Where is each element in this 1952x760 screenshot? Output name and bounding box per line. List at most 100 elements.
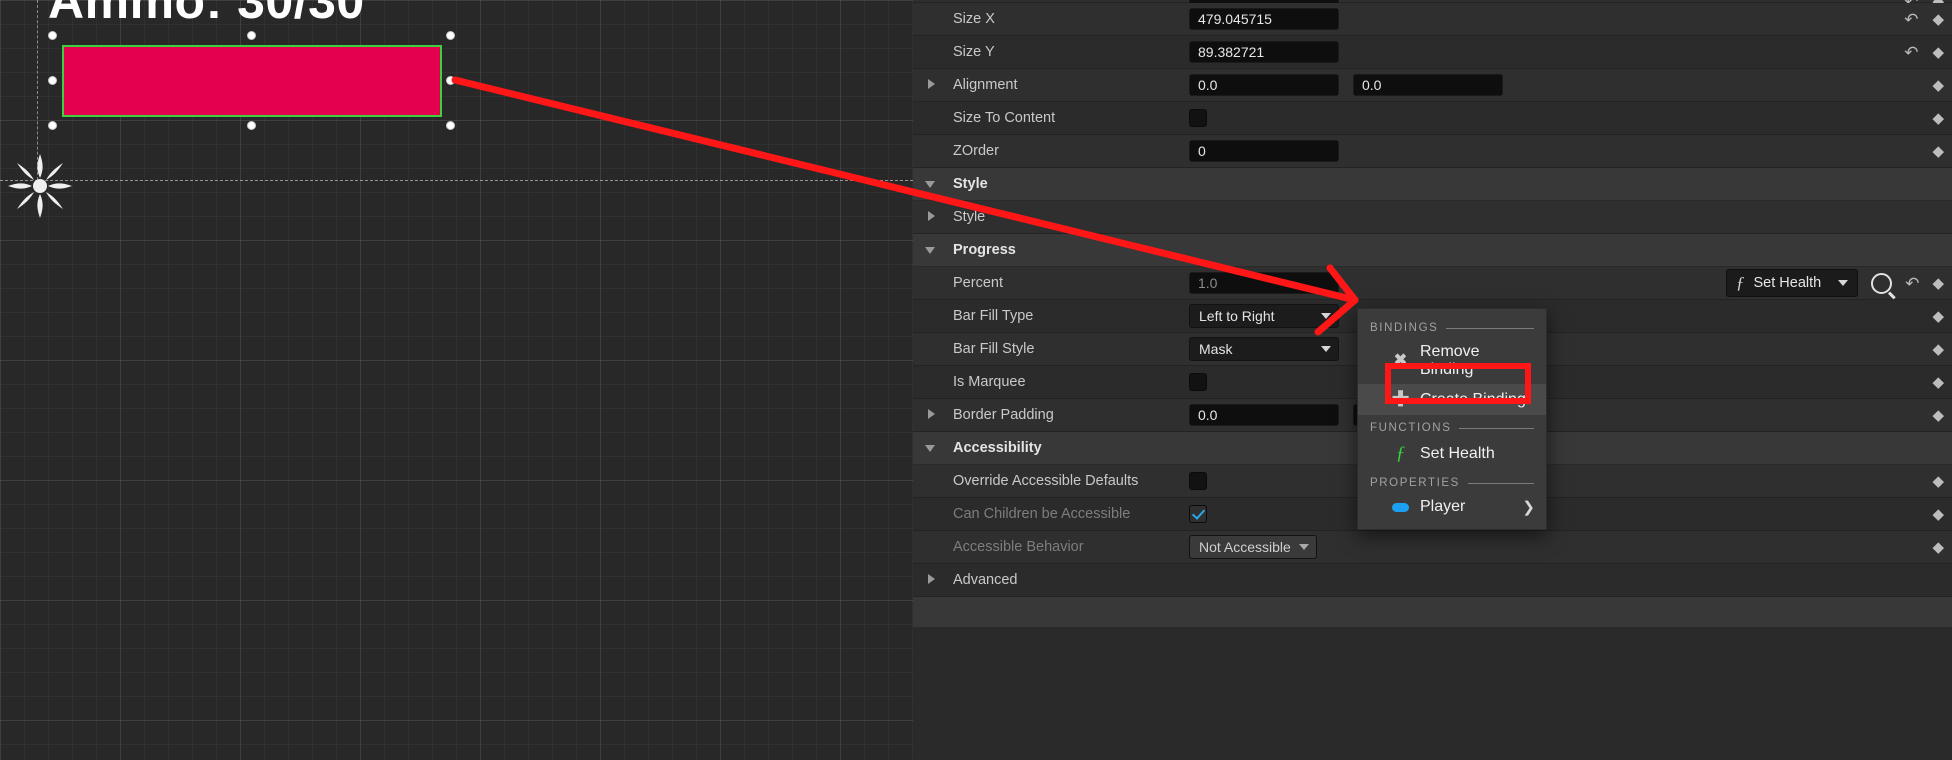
property-row-alignment[interactable]: Alignment 0.0 0.0 ◆	[913, 69, 1952, 102]
property-row-advanced[interactable]: Advanced	[913, 564, 1952, 597]
property-row-size-x[interactable]: Size X 479.045715 ↶ ◆	[913, 3, 1952, 36]
chevron-down-icon	[1321, 313, 1331, 319]
alignment-y-input[interactable]: 0.0	[1353, 74, 1503, 96]
expand-twisty-style-sub[interactable]	[925, 210, 939, 224]
collapse-twisty-accessibility[interactable]	[925, 441, 939, 455]
property-row-accessible-behavior[interactable]: Accessible Behavior Not Accessible ◆	[913, 531, 1952, 564]
category-label: Progress	[953, 242, 1016, 258]
binding-button-label: Set Health	[1753, 275, 1822, 291]
keyframe-pin-icon[interactable]: ◆	[1932, 408, 1944, 423]
property-row-size-y[interactable]: Size Y 89.382721 ↶ ◆	[913, 36, 1952, 69]
reset-arrow-icon[interactable]: ↶	[1904, 44, 1918, 61]
binding-dropdown-menu[interactable]: BINDINGS ✖ Remove Binding ✚ Create Bindi…	[1357, 308, 1547, 530]
keyframe-pin-icon[interactable]: ◆	[1932, 78, 1944, 93]
keyframe-pin-icon[interactable]: ◆	[1932, 474, 1944, 489]
keyframe-pin-icon[interactable]: ◆	[1932, 375, 1944, 390]
keyframe-pin-icon[interactable]: ◆	[1932, 342, 1944, 357]
property-label: Is Marquee	[953, 374, 1026, 390]
property-row-zorder[interactable]: ZOrder 0 ◆	[913, 135, 1952, 168]
menu-section-title: PROPERTIES	[1370, 477, 1460, 489]
keyframe-pin-icon[interactable]: ◆	[1932, 111, 1944, 126]
chevron-down-icon	[1838, 280, 1849, 286]
keyframe-pin-icon[interactable]: ◆	[1932, 540, 1944, 555]
zorder-input[interactable]: 0	[1189, 140, 1339, 162]
menu-item-set-health[interactable]: ƒ Set Health	[1358, 438, 1546, 470]
chevron-down-icon	[1299, 544, 1309, 550]
reset-arrow-icon[interactable]: ↶	[1905, 275, 1919, 292]
menu-section-title: BINDINGS	[1370, 322, 1439, 334]
property-row-percent[interactable]: Percent 1.0 ƒ Set Health ↶ ◆	[913, 267, 1952, 300]
menu-section-properties: PROPERTIES	[1358, 470, 1546, 493]
category-header-progress[interactable]: Progress	[913, 234, 1952, 267]
property-row-size-to-content[interactable]: Size To Content ◆	[913, 102, 1952, 135]
resize-handle-middle-left[interactable]	[48, 76, 57, 85]
bar-fill-style-select[interactable]: Mask	[1189, 337, 1339, 361]
search-icon[interactable]	[1871, 272, 1893, 294]
resize-handle-bottom-left[interactable]	[48, 121, 57, 130]
menu-item-remove-binding[interactable]: ✖ Remove Binding	[1358, 338, 1546, 384]
border-padding-x-input[interactable]: 0.0	[1189, 404, 1339, 426]
accessible-behavior-select[interactable]: Not Accessible	[1189, 535, 1317, 559]
menu-section-bindings: BINDINGS	[1358, 315, 1546, 338]
property-row-style[interactable]: Style	[913, 201, 1952, 234]
property-label: Size To Content	[953, 110, 1056, 126]
is-marquee-checkbox[interactable]	[1189, 373, 1207, 391]
percent-binding-button[interactable]: ƒ Set Health	[1725, 269, 1859, 297]
progress-bar-widget[interactable]	[48, 31, 455, 130]
keyframe-pin-icon[interactable]: ◆	[1932, 507, 1944, 522]
category-header-trailing	[913, 597, 1952, 628]
menu-item-create-binding[interactable]: ✚ Create Binding	[1358, 384, 1546, 415]
resize-handle-bottom-center[interactable]	[247, 121, 256, 130]
property-label: Bar Fill Type	[953, 308, 1034, 324]
progress-bar-fill[interactable]	[62, 45, 442, 117]
property-label: Override Accessible Defaults	[953, 473, 1139, 489]
menu-section-functions: FUNCTIONS	[1358, 415, 1546, 438]
designer-canvas[interactable]: Ammo: 30/30	[0, 0, 913, 760]
resize-handle-top-left[interactable]	[48, 31, 57, 40]
bar-fill-type-select[interactable]: Left to Right	[1189, 304, 1339, 328]
category-label: Accessibility	[953, 440, 1042, 456]
expand-twisty-alignment[interactable]	[925, 78, 939, 92]
ammo-text-widget[interactable]: Ammo: 30/30	[48, 0, 365, 30]
resize-handle-middle-right[interactable]	[446, 76, 455, 85]
keyframe-pin-icon[interactable]: ◆	[1932, 12, 1944, 27]
property-label: Border Padding	[953, 407, 1054, 423]
resize-handle-top-center[interactable]	[247, 31, 256, 40]
resize-handle-bottom-right[interactable]	[446, 121, 455, 130]
keyframe-pin-icon[interactable]: ◆	[1932, 276, 1944, 291]
category-header-style[interactable]: Style	[913, 168, 1952, 201]
resize-handle-top-right[interactable]	[446, 31, 455, 40]
override-accessible-defaults-checkbox[interactable]	[1189, 472, 1207, 490]
size-x-input[interactable]: 479.045715	[1189, 8, 1339, 30]
function-fx-icon: ƒ	[1735, 273, 1745, 292]
anchor-medallion-icon[interactable]	[6, 152, 74, 220]
property-label: Percent	[953, 275, 1003, 291]
keyframe-pin-icon[interactable]: ◆	[1932, 309, 1944, 324]
property-label: Alignment	[953, 77, 1018, 93]
collapse-twisty-style[interactable]	[925, 177, 939, 191]
property-label: Size Y	[953, 44, 995, 60]
percent-input[interactable]: 1.0	[1189, 272, 1339, 294]
menu-section-title: FUNCTIONS	[1370, 422, 1452, 434]
property-label: Accessible Behavior	[953, 539, 1084, 555]
can-children-be-accessible-checkbox[interactable]	[1189, 505, 1207, 523]
keyframe-pin-icon[interactable]: ◆	[1932, 144, 1944, 159]
reset-arrow-icon[interactable]: ↶	[1904, 11, 1918, 28]
anchor-guide-horizontal	[0, 180, 913, 181]
keyframe-pin-icon[interactable]: ◆	[1932, 45, 1944, 60]
bar-fill-type-value: Left to Right	[1199, 308, 1275, 324]
collapse-twisty-progress[interactable]	[925, 243, 939, 257]
property-label: Style	[953, 209, 986, 225]
expand-twisty-border-padding[interactable]	[925, 408, 939, 422]
menu-section-divider	[1459, 427, 1534, 429]
menu-item-label: Player	[1420, 498, 1466, 515]
chevron-down-icon	[1321, 346, 1331, 352]
size-y-input[interactable]: 89.382721	[1189, 41, 1339, 63]
accessible-behavior-value: Not Accessible	[1199, 539, 1291, 555]
expand-twisty-advanced[interactable]	[925, 573, 939, 587]
menu-item-player[interactable]: Player ❯	[1358, 493, 1546, 521]
size-to-content-checkbox[interactable]	[1189, 109, 1207, 127]
property-label: Can Children be Accessible	[953, 506, 1131, 522]
property-label: ZOrder	[953, 143, 999, 159]
alignment-x-input[interactable]: 0.0	[1189, 74, 1339, 96]
